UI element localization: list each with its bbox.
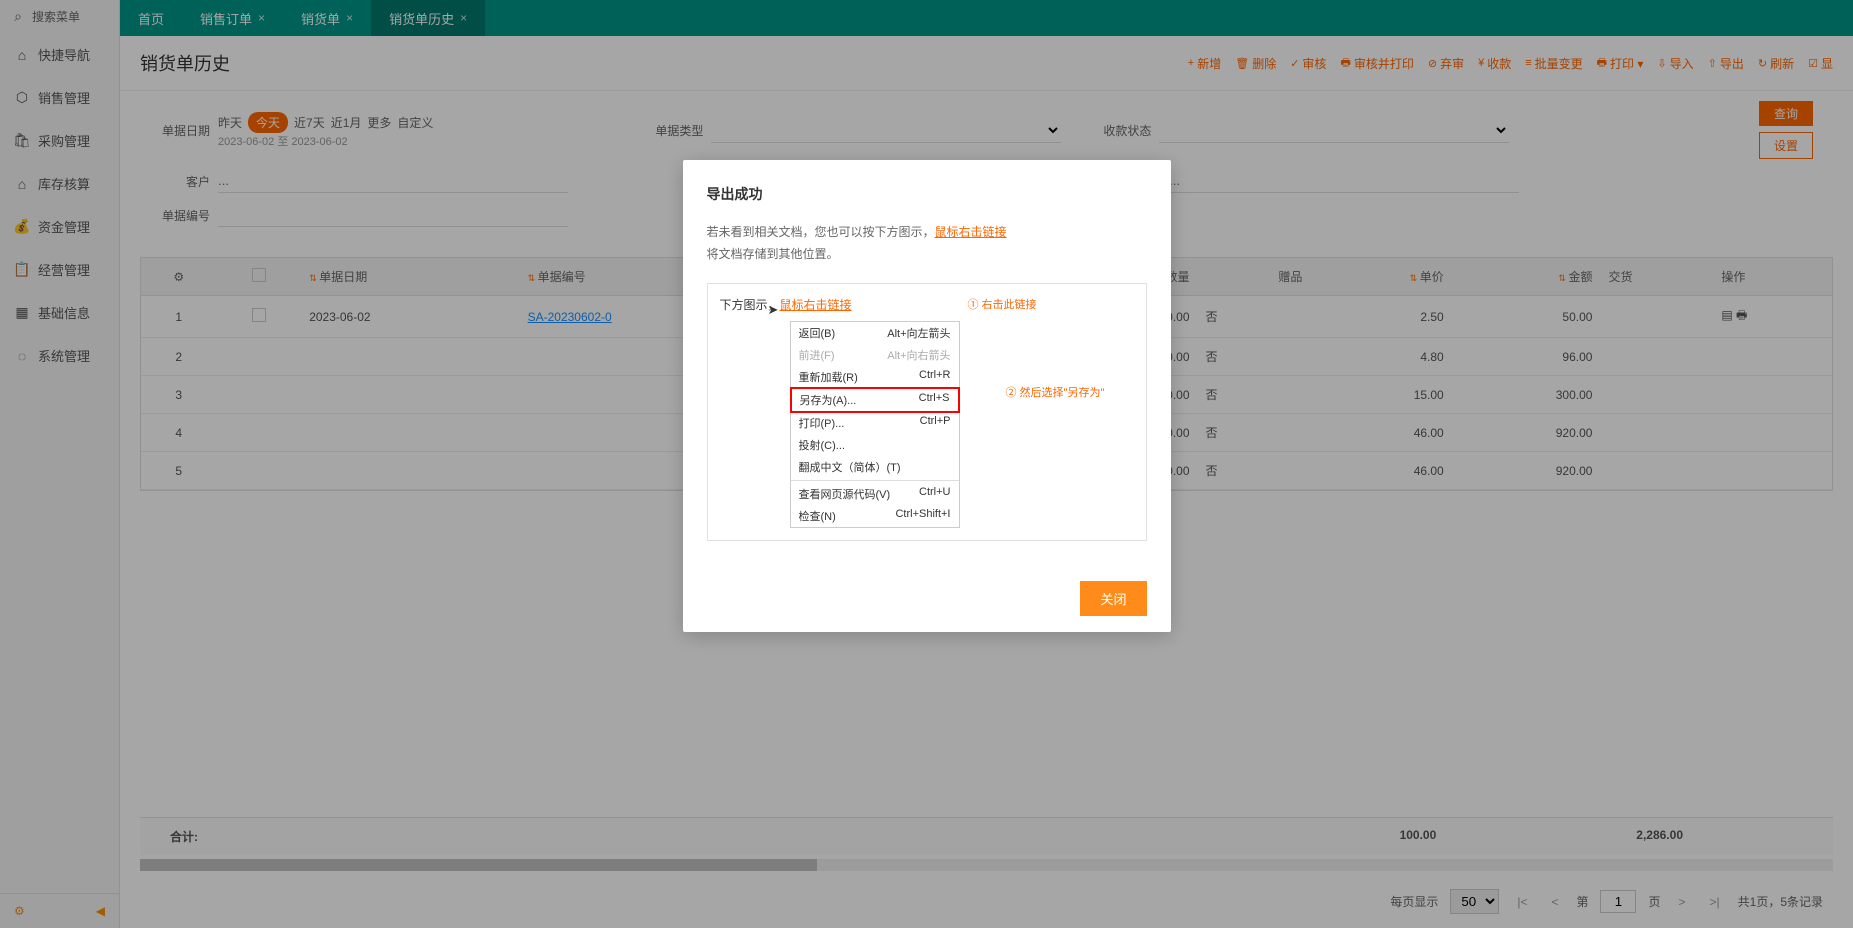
context-menu-item: 返回(B)Alt+向左箭头 [791,322,959,344]
modal-link[interactable]: 鼠标右击链接 [935,225,1007,239]
modal-title: 导出成功 [707,184,1147,204]
annotation-1: ① 右击此链接 [968,296,1037,312]
export-success-modal: 导出成功 若未看到相关文档，您也可以按下方图示，鼠标右击链接 将文档存储到其他位… [683,160,1171,632]
context-menu-item: 另存为(A)...Ctrl+S [790,387,960,413]
context-menu-item: 投射(C)... [791,434,959,456]
mock-link: 鼠标右击链接 [780,298,852,312]
annotation-2: ② 然后选择"另存为" [1006,384,1105,400]
modal-overlay: 导出成功 若未看到相关文档，您也可以按下方图示，鼠标右击链接 将文档存储到其他位… [0,0,1853,928]
context-menu-item: 检查(N)Ctrl+Shift+I [791,505,959,527]
context-menu-item: 翻成中文（简体）(T) [791,456,959,478]
context-menu-item: 查看网页源代码(V)Ctrl+U [791,483,959,505]
modal-illustration: ① 右击此链接 ② 然后选择"另存为" 下方图示，鼠标右击链接 ➤ 返回(B)A… [707,283,1147,541]
context-menu-item: 前进(F)Alt+向右箭头 [791,344,959,366]
context-menu-item: 打印(P)...Ctrl+P [791,412,959,434]
modal-description: 若未看到相关文档，您也可以按下方图示，鼠标右击链接 将文档存储到其他位置。 [707,222,1147,265]
cursor-icon: ➤ [768,302,779,318]
close-button[interactable]: 关闭 [1080,581,1146,616]
context-menu-item: 重新加载(R)Ctrl+R [791,366,959,388]
context-menu-mock: 返回(B)Alt+向左箭头前进(F)Alt+向右箭头重新加载(R)Ctrl+R另… [790,321,960,528]
